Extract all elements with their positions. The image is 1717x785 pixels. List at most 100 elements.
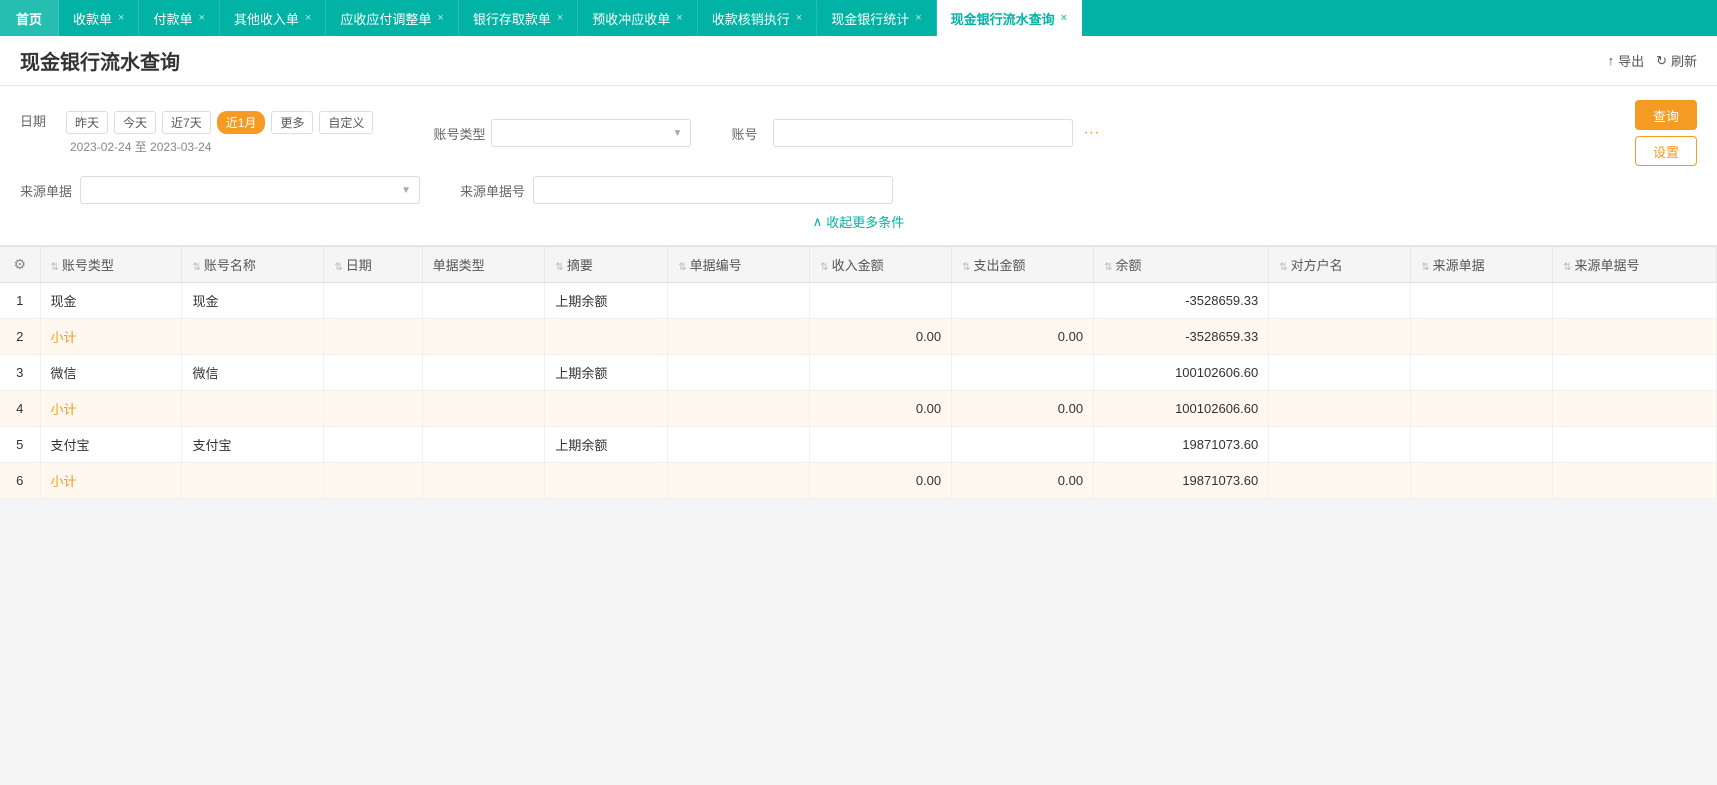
table-row: 2小计0.000.00-3528659.33 [0,319,1717,355]
close-tab-6-icon[interactable]: × [796,12,802,24]
filter-row-1: 日期 昨天 今天 近7天 近1月 更多 自定义 2023-02-24 至 202… [20,100,1697,166]
nav-tab-label-5: 预收冲应收单 [592,9,670,28]
col-header-gear: ⚙ [0,247,40,283]
table-row: 3微信微信上期余额100102606.60 [0,355,1717,391]
nav-tab-0[interactable]: 收款单 × [59,0,139,36]
export-icon: ↑ [1608,53,1615,68]
date-btn-7days[interactable]: 近7天 [162,111,211,134]
cell-counterparty [1269,319,1411,355]
source-doc-filter: 来源单据 ▼ [20,176,420,204]
nav-tab-label-3: 应收应付调整单 [340,9,431,28]
cell-source_doc [1411,463,1553,499]
chevron-up-icon: ∧ [813,214,823,230]
nav-home[interactable]: 首页 [0,0,59,36]
cell-account_name [182,391,324,427]
nav-tab-5[interactable]: 预收冲应收单 × [578,0,697,36]
close-tab-7-icon[interactable]: × [915,12,921,24]
source-doc-no-input[interactable] [533,176,893,204]
date-btn-today[interactable]: 今天 [114,111,156,134]
date-buttons: 昨天 今天 近7天 近1月 更多 自定义 [66,111,373,134]
date-btn-custom[interactable]: 自定义 [319,111,373,134]
date-btn-1month[interactable]: 近1月 [217,111,266,134]
source-doc-select[interactable]: ▼ [80,176,420,204]
cell-account_name [182,463,324,499]
col-header-counterparty: ⇅对方户名 [1269,247,1411,283]
cell-account_name [182,319,324,355]
cell-date [324,463,422,499]
query-button[interactable]: 查询 [1635,100,1697,130]
cell-date [324,427,422,463]
cell-source_doc_no [1553,463,1717,499]
nav-tab-label-7: 现金银行统计 [831,9,909,28]
col-header-source-doc: ⇅来源单据 [1411,247,1553,283]
date-btn-more[interactable]: 更多 [271,111,313,134]
cell-summary [545,319,668,355]
close-tab-1-icon[interactable]: × [198,12,204,24]
cell-balance: -3528659.33 [1094,283,1269,319]
nav-tab-label-2: 其他收入单 [234,9,299,28]
nav-tab-label-6: 收款核销执行 [712,9,790,28]
gear-icon[interactable]: ⚙ [13,256,26,272]
cell-balance: 100102606.60 [1094,355,1269,391]
close-tab-2-icon[interactable]: × [305,12,311,24]
nav-tab-7[interactable]: 现金银行统计 × [817,0,936,36]
cell-summary [545,463,668,499]
table-row: 6小计0.000.0019871073.60 [0,463,1717,499]
account-filter: 账号 ··· [731,119,1099,147]
nav-home-label: 首页 [16,9,42,28]
cell-income [810,427,952,463]
close-tab-8-icon[interactable]: × [1061,12,1067,24]
nav-tab-label-0: 收款单 [73,9,112,28]
collapse-row: ∧ 收起更多条件 [20,212,1697,231]
header-bar: 现金银行流水查询 ↑ 导出 ↻ 刷新 [0,36,1717,86]
close-tab-0-icon[interactable]: × [118,12,124,24]
nav-tab-6[interactable]: 收款核销执行 × [698,0,817,36]
cell-source_doc_no [1553,355,1717,391]
cell-doc_no [668,427,810,463]
header-actions: ↑ 导出 ↻ 刷新 [1608,51,1697,70]
source-doc-no-label: 来源单据号 [460,181,525,200]
cell-counterparty [1269,463,1411,499]
nav-tab-4[interactable]: 银行存取款单 × [459,0,578,36]
col-header-doc-no: ⇅单据编号 [668,247,810,283]
export-button[interactable]: ↑ 导出 [1608,51,1645,70]
source-doc-label: 来源单据 [20,181,72,200]
col-header-account-type: ⇅账号类型 [40,247,182,283]
cell-expense [952,427,1094,463]
cell-doc_no [668,355,810,391]
cell-account_name: 微信 [182,355,324,391]
refresh-button[interactable]: ↻ 刷新 [1656,51,1697,70]
collapse-button[interactable]: ∧ 收起更多条件 [813,212,905,231]
nav-tab-1[interactable]: 付款单 × [139,0,219,36]
cell-balance: 100102606.60 [1094,391,1269,427]
cell-idx: 1 [0,283,40,319]
cell-doc_type [422,283,545,319]
cell-idx: 6 [0,463,40,499]
cell-doc_type [422,427,545,463]
cell-account_type: 小计 [40,463,182,499]
cell-summary: 上期余额 [545,355,668,391]
account-type-select[interactable]: ▼ [491,119,691,147]
cell-income [810,355,952,391]
close-tab-4-icon[interactable]: × [557,12,563,24]
cell-account_type: 小计 [40,391,182,427]
account-input[interactable] [773,119,1073,147]
refresh-icon: ↻ [1656,53,1667,69]
close-tab-3-icon[interactable]: × [437,12,443,24]
cell-expense [952,283,1094,319]
nav-tab-3[interactable]: 应收应付调整单 × [326,0,458,36]
col-header-expense: ⇅支出金额 [952,247,1094,283]
cell-counterparty [1269,391,1411,427]
date-btn-yesterday[interactable]: 昨天 [66,111,108,134]
cell-summary [545,391,668,427]
cell-doc_no [668,463,810,499]
cell-source_doc_no [1553,391,1717,427]
settings-button[interactable]: 设置 [1635,136,1697,166]
nav-tab-8[interactable]: 现金银行流水查询 × [937,0,1082,36]
close-tab-5-icon[interactable]: × [676,12,682,24]
chevron-down-icon: ▼ [673,128,683,139]
table-row: 5支付宝支付宝上期余额19871073.60 [0,427,1717,463]
account-more-icon[interactable]: ··· [1083,124,1099,142]
nav-tab-2[interactable]: 其他收入单 × [220,0,326,36]
cell-source_doc [1411,319,1553,355]
